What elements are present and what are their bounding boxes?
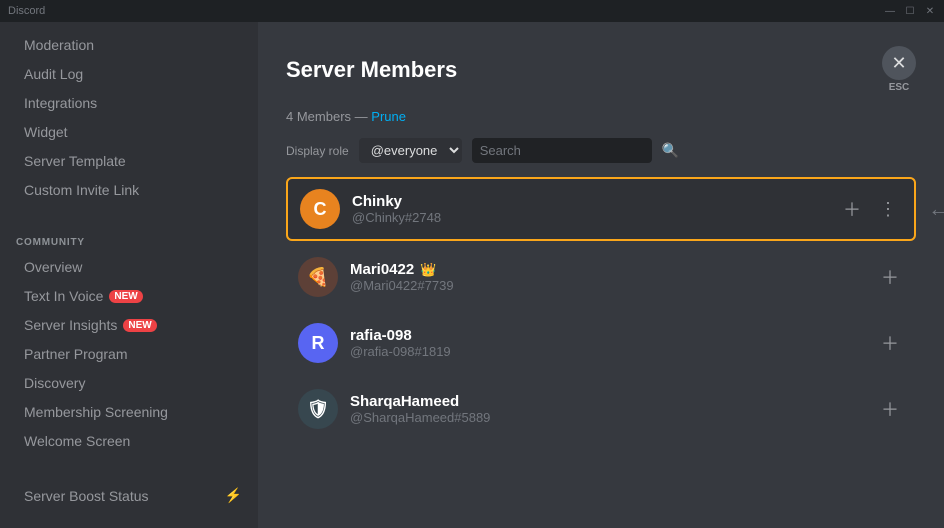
sidebar-section-top: Moderation Audit Log Integrations Widget…	[0, 22, 258, 213]
maximize-button[interactable]: ☐	[904, 5, 916, 17]
badge-new-server-insights: NEW	[123, 319, 156, 332]
member-row-sharqa[interactable]: 🛡 SharqaHameed @SharqaHameed#5889 ＋	[286, 379, 916, 439]
sidebar-item-widget[interactable]: Widget	[8, 118, 250, 146]
sidebar-item-label: Server Insights	[24, 317, 117, 333]
sidebar-item-label: Server Boost Status	[24, 488, 149, 504]
sidebar-item-text-in-voice[interactable]: Text In Voice NEW	[8, 282, 250, 310]
crown-icon: 👑	[420, 262, 436, 278]
esc-label: ESC	[889, 82, 910, 93]
member-name-mari0422: Mari0422 👑	[350, 261, 876, 278]
avatar-sharqa: 🛡	[298, 389, 338, 429]
badge-new-text-in-voice: NEW	[109, 290, 142, 303]
member-discriminator-rafia: @rafia-098#1819	[350, 344, 876, 359]
sidebar-item-label: Partner Program	[24, 346, 127, 362]
boost-icon: ⚡	[225, 487, 242, 504]
sidebar-item-discovery[interactable]: Discovery	[8, 369, 250, 397]
minimize-button[interactable]: —	[884, 5, 896, 17]
member-name-sharqa: SharqaHameed	[350, 393, 876, 410]
sidebar-section-boost: Server Boost Status ⚡	[0, 472, 258, 519]
close-button[interactable]: ✕	[924, 5, 936, 17]
sidebar: Moderation Audit Log Integrations Widget…	[0, 22, 258, 528]
display-role-label: Display role	[286, 144, 349, 158]
sidebar-category-community: Community	[0, 229, 258, 252]
main-content: Server Members ✕ ESC 4 Members — Prune D…	[258, 22, 944, 528]
sidebar-item-server-template[interactable]: Server Template	[8, 147, 250, 175]
member-actions-rafia: ＋	[876, 329, 904, 357]
sidebar-item-server-boost[interactable]: Server Boost Status ⚡	[8, 481, 250, 510]
sidebar-item-welcome-screen[interactable]: Welcome Screen	[8, 427, 250, 455]
sidebar-item-server-insights[interactable]: Server Insights NEW	[8, 311, 250, 339]
prune-link[interactable]: Prune	[371, 109, 406, 124]
sidebar-item-label: Widget	[24, 124, 68, 140]
page-header: Server Members ✕ ESC	[286, 46, 916, 93]
sidebar-item-overview[interactable]: Overview	[8, 253, 250, 281]
sidebar-item-custom-invite[interactable]: Custom Invite Link	[8, 176, 250, 204]
filter-bar: Display role @everyone 🔍	[286, 138, 916, 163]
sidebar-item-label: Text In Voice	[24, 288, 103, 304]
sidebar-item-audit-log[interactable]: Audit Log	[8, 60, 250, 88]
add-role-button-sharqa[interactable]: ＋	[876, 395, 904, 423]
title-bar: Discord — ☐ ✕	[0, 0, 944, 22]
app-name: Discord	[8, 5, 45, 17]
dash: —	[355, 109, 372, 124]
app-body: Moderation Audit Log Integrations Widget…	[0, 22, 944, 528]
add-role-button-mari0422[interactable]: ＋	[876, 263, 904, 291]
sidebar-item-label: Moderation	[24, 37, 94, 53]
member-row-chinky[interactable]: C Chinky @Chinky#2748 ＋ ⋮ ←	[286, 177, 916, 241]
sidebar-item-label: Overview	[24, 259, 82, 275]
sidebar-item-moderation[interactable]: Moderation	[8, 31, 250, 59]
member-row-rafia[interactable]: R rafia-098 @rafia-098#1819 ＋	[286, 313, 916, 373]
member-info-chinky: Chinky @Chinky#2748	[352, 193, 838, 225]
avatar-mari0422: 🍕	[298, 257, 338, 297]
member-actions-mari0422: ＋	[876, 263, 904, 291]
member-actions-chinky: ＋ ⋮	[838, 195, 902, 223]
sidebar-item-label: Welcome Screen	[24, 433, 130, 449]
search-box[interactable]: 🔍	[472, 138, 652, 163]
window-controls[interactable]: — ☐ ✕	[884, 5, 936, 17]
member-discriminator-sharqa: @SharqaHameed#5889	[350, 410, 876, 425]
add-role-button-rafia[interactable]: ＋	[876, 329, 904, 357]
member-discriminator-chinky: @Chinky#2748	[352, 210, 838, 225]
member-name-chinky: Chinky	[352, 193, 838, 210]
sidebar-item-integrations[interactable]: Integrations	[8, 89, 250, 117]
more-options-button-chinky[interactable]: ⋮	[874, 195, 902, 223]
sidebar-item-partner-program[interactable]: Partner Program	[8, 340, 250, 368]
member-info-sharqa: SharqaHameed @SharqaHameed#5889	[350, 393, 876, 425]
sidebar-item-label: Audit Log	[24, 66, 83, 82]
sidebar-item-label: Integrations	[24, 95, 97, 111]
display-role-select[interactable]: @everyone	[359, 138, 462, 163]
member-info-rafia: rafia-098 @rafia-098#1819	[350, 327, 876, 359]
member-info-mari0422: Mari0422 👑 @Mari0422#7739	[350, 261, 876, 293]
sidebar-section-community: Community Overview Text In Voice NEW Ser…	[0, 221, 258, 464]
member-row-mari0422[interactable]: 🍕 Mari0422 👑 @Mari0422#7739 ＋	[286, 247, 916, 307]
member-discriminator-mari0422: @Mari0422#7739	[350, 278, 876, 293]
members-sub-info: 4 Members — Prune	[286, 109, 916, 124]
arrow-indicator: ←	[928, 196, 944, 222]
page-title: Server Members	[286, 57, 457, 83]
avatar-chinky: C	[300, 189, 340, 229]
avatar-rafia: R	[298, 323, 338, 363]
search-input[interactable]	[480, 143, 656, 158]
sidebar-item-membership-screening[interactable]: Membership Screening	[8, 398, 250, 426]
sidebar-item-label: Custom Invite Link	[24, 182, 139, 198]
sidebar-item-label: Membership Screening	[24, 404, 168, 420]
member-name-rafia: rafia-098	[350, 327, 876, 344]
member-actions-sharqa: ＋	[876, 395, 904, 423]
members-list: C Chinky @Chinky#2748 ＋ ⋮ ← 🍕	[286, 177, 916, 439]
search-icon: 🔍	[662, 142, 679, 159]
sidebar-item-label: Discovery	[24, 375, 85, 391]
add-role-button-chinky[interactable]: ＋	[838, 195, 866, 223]
members-count: 4 Members	[286, 109, 351, 124]
close-area[interactable]: ✕ ESC	[882, 46, 916, 93]
sidebar-item-label: Server Template	[24, 153, 126, 169]
close-button[interactable]: ✕	[882, 46, 916, 80]
